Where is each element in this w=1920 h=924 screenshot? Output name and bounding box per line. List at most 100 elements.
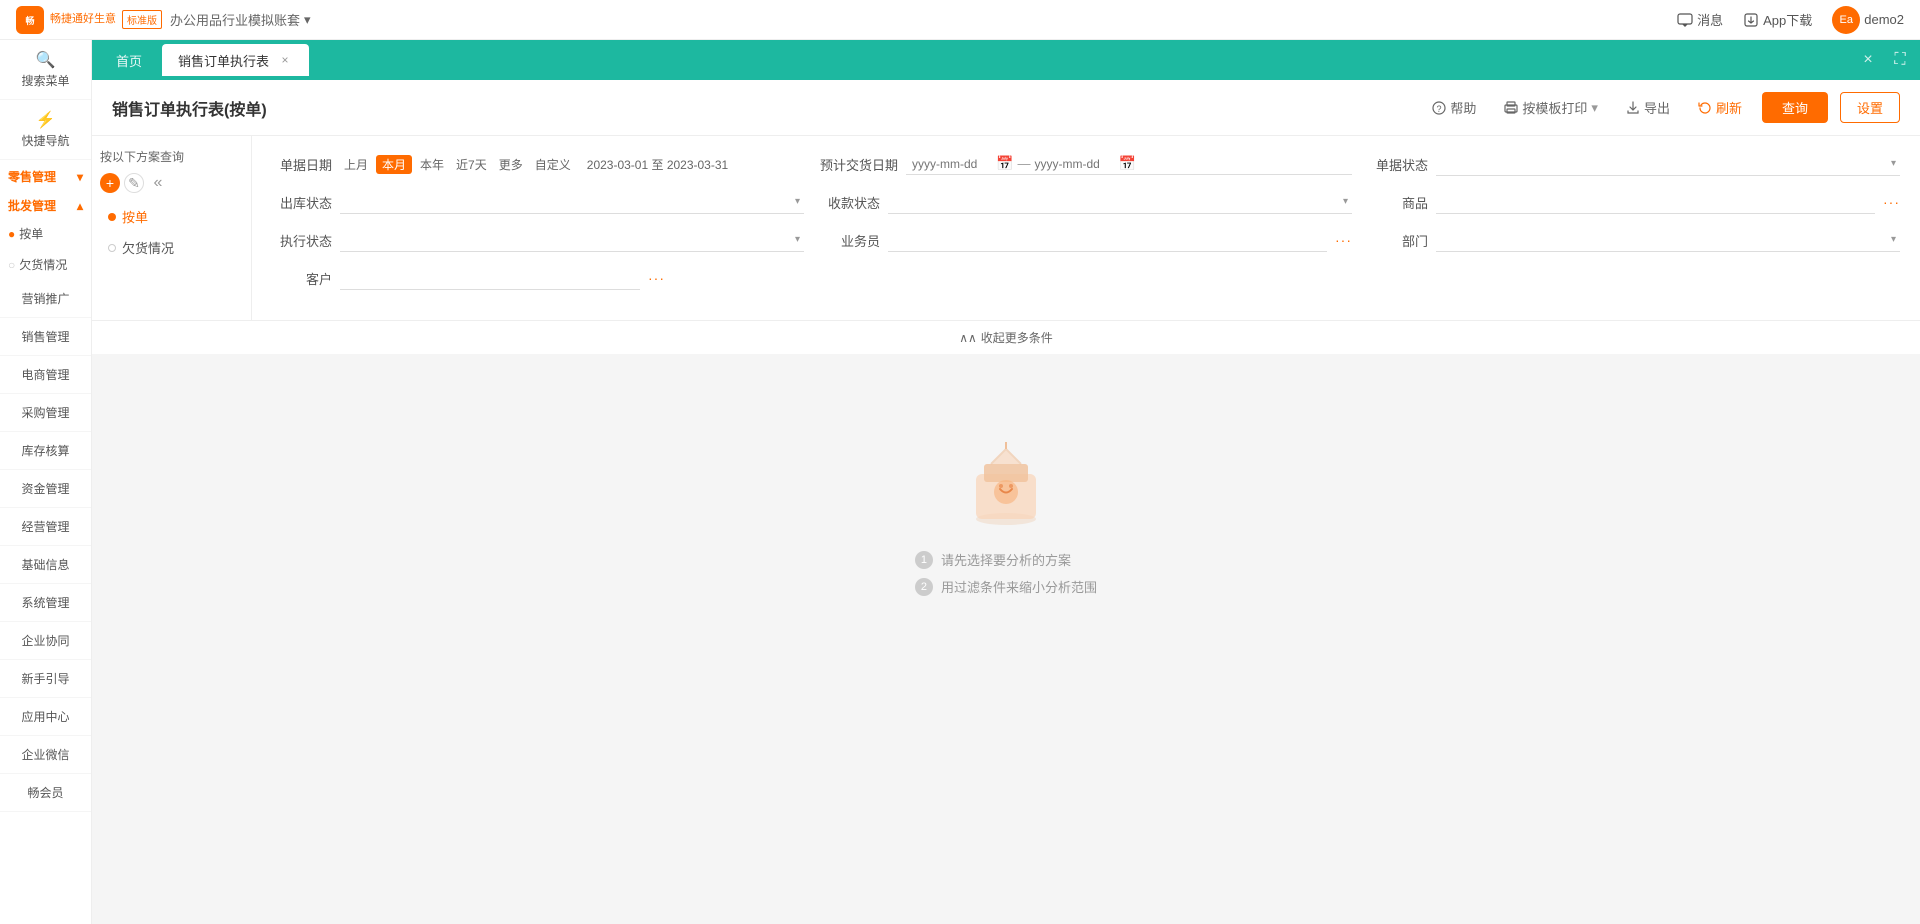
sidebar-item-quicknav[interactable]: ⚡ 快捷导航 [0,100,91,160]
collapse-bar[interactable]: ∧∧ 收起更多条件 [92,320,1920,354]
sidebar-item-appcenter[interactable]: 应用中心 [0,698,91,736]
header-right: 消息 App下载 Ea demo2 [1677,6,1904,34]
sidebar-sub-item-按单[interactable]: ● 按单 [0,218,91,249]
sidebar-item-member[interactable]: 畅会员 [0,774,91,812]
logo-icon: 畅 [16,6,44,34]
order-status-select-wrap: ▾ [1436,152,1900,176]
order-status-select[interactable] [1436,152,1900,175]
shipment-status-select[interactable] [340,190,804,213]
svg-text:畅: 畅 [25,15,34,26]
filter-nav-欠货情况[interactable]: 欠货情况 [100,232,243,263]
edition-tag: 标准版 [122,10,162,29]
tab-close-window-btn[interactable]: × [1856,48,1880,72]
print-btn[interactable]: 按模板打印 ▾ [1496,94,1606,121]
message-btn[interactable]: 消息 [1677,10,1723,29]
avatar: Ea [1832,6,1860,34]
customer-label: 客户 [272,269,332,288]
expected-date-to[interactable] [1034,157,1114,171]
department-select-wrap: ▾ [1436,228,1900,252]
content-area: 首页 销售订单执行表 × × ⛶ 销售订单执行表(按单) ? 帮助 [92,40,1920,924]
filter-field-date: 单据日期 上月 本月 本年 近7天 更多 自定义 2023-03-01 至 20… [272,154,804,175]
sidebar-item-sales[interactable]: 销售管理 [0,318,91,356]
sidebar-item-inventory[interactable]: 库存核算 [0,432,91,470]
filter-nav-按单[interactable]: 按单 [100,201,243,232]
sidebar-item-operations[interactable]: 经营管理 [0,508,91,546]
date-more-btn[interactable]: 更多 [495,154,527,175]
nav-title[interactable]: 办公用品行业模拟账套 ▾ [170,10,311,29]
help-btn[interactable]: ? 帮助 [1424,94,1484,121]
sidebar-retail[interactable]: 零售管理 ▾ [0,160,91,189]
tip-num-1: 1 [915,551,933,569]
expected-delivery-range: 📅 — 📅 [906,153,1352,175]
expected-date-from[interactable] [912,157,992,171]
date-7days-btn[interactable]: 近7天 [452,154,491,175]
product-more-btn[interactable]: ··· [1883,194,1900,210]
tab-close-btn[interactable]: × [277,52,293,68]
sidebar-item-finance[interactable]: 资金管理 [0,470,91,508]
sidebar-wholesale[interactable]: 批发管理 ▴ [0,189,91,218]
filter-add-btns: + ✎ « [100,173,243,193]
payment-status-select[interactable] [888,190,1352,213]
date-last-month-btn[interactable]: 上月 [340,154,372,175]
filter-field-shipment: 出库状态 ▾ [272,190,804,214]
sidebar-item-marketing[interactable]: 营销推广 [0,280,91,318]
date-custom-btn[interactable]: 自定义 [531,154,575,175]
tip-num-2: 2 [915,578,933,596]
app-download-btn[interactable]: App下载 [1743,10,1812,29]
query-btn[interactable]: 查询 [1762,92,1828,123]
sidebar-item-search[interactable]: 🔍 搜索菜单 [0,40,91,100]
sidebar-item-guide[interactable]: 新手引导 [0,660,91,698]
customer-input[interactable] [340,266,640,290]
main-layout: 🔍 搜索菜单 ⚡ 快捷导航 零售管理 ▾ 批发管理 ▴ ● 按单 ○ 欠货情况 … [0,40,1920,924]
sidebar-item-sysadmin[interactable]: 系统管理 [0,584,91,622]
quicknav-icon: ⚡ [4,110,87,130]
refresh-btn[interactable]: 刷新 [1690,94,1750,121]
filter-row-2: 出库状态 ▾ 收款状态 ▾ [272,190,1900,214]
date-this-year-btn[interactable]: 本年 [416,154,448,175]
salesman-more-btn[interactable]: ··· [1335,232,1352,248]
collapse-scheme-btn[interactable]: « [148,173,168,193]
settings-btn[interactable]: 设置 [1840,92,1900,123]
svg-text:?: ? [1437,104,1442,114]
filter-field-salesman: 业务员 ··· [820,228,1352,252]
tab-bar: 首页 销售订单执行表 × × ⛶ [92,40,1920,80]
add-scheme-btn[interactable]: + [100,173,120,193]
sidebar-item-ecommerce[interactable]: 电商管理 [0,356,91,394]
collapse-icon: ∧∧ [959,331,977,345]
sidebar-item-wechat[interactable]: 企业微信 [0,736,91,774]
logo-text: 畅捷通好生意 [50,13,116,26]
export-btn[interactable]: 导出 [1618,94,1678,121]
execution-status-select[interactable] [340,228,804,251]
sidebar-sub-item-欠货情况[interactable]: ○ 欠货情况 [0,249,91,280]
payment-status-label: 收款状态 [820,193,880,212]
sidebar-item-purchase[interactable]: 采购管理 [0,394,91,432]
sidebar-item-basicinfo[interactable]: 基础信息 [0,546,91,584]
filter-row-4: 客户 ··· [272,266,1900,290]
tab-maximize-btn[interactable]: ⛶ [1888,48,1912,72]
filter-left: 按以下方案查询 + ✎ « 按单 欠货情况 [92,136,252,320]
calendar-to-icon[interactable]: 📅 [1118,155,1135,172]
filter-section-title: 按以下方案查询 [100,148,243,165]
edit-scheme-btn[interactable]: ✎ [124,173,144,193]
filter-panel: 按以下方案查询 + ✎ « 按单 欠货情况 [92,136,1920,320]
filter-row-3: 执行状态 ▾ 业务员 ··· 部门 [272,228,1900,252]
tab-bar-right: × ⛶ [1856,48,1912,72]
date-this-month-btn[interactable]: 本月 [376,155,412,174]
filter-field-execution: 执行状态 ▾ [272,228,804,252]
tab-home[interactable]: 首页 [100,44,158,76]
user-area[interactable]: Ea demo2 [1832,6,1904,34]
filter-field-order-status: 单据状态 ▾ [1368,152,1900,176]
salesman-label: 业务员 [820,231,880,250]
department-select[interactable] [1436,228,1900,251]
product-label: 商品 [1368,193,1428,212]
product-input[interactable] [1436,190,1875,214]
execution-status-select-wrap: ▾ [340,228,804,252]
nav-dot-active [108,213,116,221]
calendar-from-icon[interactable]: 📅 [996,155,1013,172]
sidebar-item-collab[interactable]: 企业协同 [0,622,91,660]
tab-active[interactable]: 销售订单执行表 × [162,44,309,76]
shipment-status-select-wrap: ▾ [340,190,804,214]
salesman-input[interactable] [888,228,1327,252]
execution-status-label: 执行状态 [272,231,332,250]
customer-more-btn[interactable]: ··· [648,270,665,286]
